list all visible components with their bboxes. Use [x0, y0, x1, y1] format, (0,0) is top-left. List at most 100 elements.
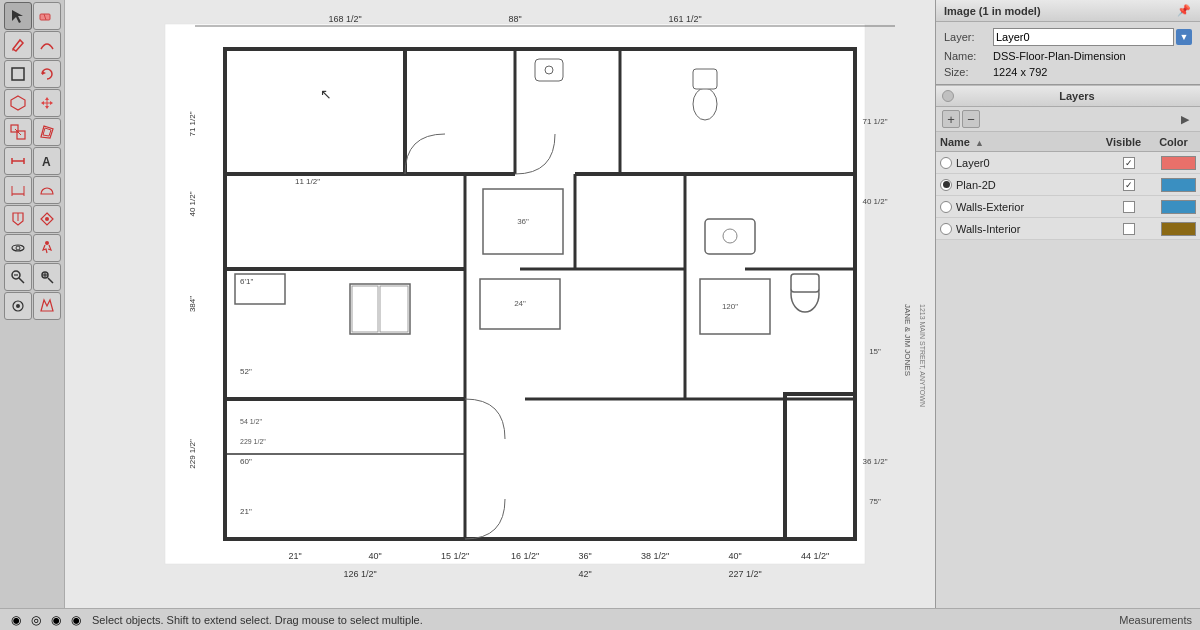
svg-text:21": 21": [240, 507, 252, 516]
svg-text:71 1/2": 71 1/2": [188, 111, 197, 136]
layer-color-swatch-0[interactable]: [1161, 156, 1196, 170]
entity-info-body: Layer: ▼ Name: DSS-Floor-Plan-Dimension …: [936, 22, 1200, 84]
left-toolbar: A: [0, 0, 65, 608]
text-tool-button[interactable]: A: [33, 147, 61, 175]
layers-close-button[interactable]: [942, 90, 954, 102]
layers-column-headers: Name ▲ Visible Color: [936, 132, 1200, 152]
tape-tool-button[interactable]: [4, 147, 32, 175]
svg-text:JANE & JIM JONES: JANE & JIM JONES: [903, 304, 912, 376]
svg-text:168 1/2": 168 1/2": [328, 14, 361, 24]
size-value: 1224 x 792: [993, 66, 1192, 78]
paint-tool-button[interactable]: [4, 205, 32, 233]
svg-point-46: [693, 88, 717, 120]
layer-color-swatch-1[interactable]: [1161, 178, 1196, 192]
entity-info-header: Image (1 in model) 📌: [936, 0, 1200, 22]
layer-name-0: Layer0: [956, 157, 1101, 169]
layer-visible-3: [1101, 223, 1156, 235]
layer-dropdown-input[interactable]: [993, 28, 1174, 46]
right-panel: Image (1 in model) 📌 Layer: ▼ Name: DSS-…: [935, 0, 1200, 608]
layer-row-plan-2d[interactable]: Plan-2D: [936, 174, 1200, 196]
walk-tool-button[interactable]: [33, 234, 61, 262]
status-icon-4[interactable]: ◉: [68, 612, 84, 628]
section-tool-button[interactable]: [33, 205, 61, 233]
svg-text:71 1/2": 71 1/2": [862, 117, 887, 126]
name-sort-arrow[interactable]: ▲: [975, 138, 984, 148]
layer-name-3: Walls-Interior: [956, 223, 1101, 235]
tool-row-10: [4, 263, 61, 291]
orbit-tool-button[interactable]: [4, 234, 32, 262]
zoom-extents-tool-button[interactable]: [33, 263, 61, 291]
layer-checkbox-2[interactable]: [1123, 201, 1135, 213]
svg-text:88": 88": [508, 14, 521, 24]
tool-row-2: [4, 31, 61, 59]
layers-title: Layers: [960, 90, 1194, 102]
svg-text:15 1/2": 15 1/2": [441, 551, 469, 561]
pushpull-tool-button[interactable]: [4, 89, 32, 117]
look-around-tool-button[interactable]: [4, 292, 32, 320]
layer-radio-1[interactable]: [940, 179, 952, 191]
svg-text:40 1/2": 40 1/2": [862, 197, 887, 206]
eraser-tool-button[interactable]: [33, 2, 61, 30]
entity-info-title: Image (1 in model): [944, 5, 1041, 17]
pin-button[interactable]: 📌: [1176, 3, 1192, 19]
layer-row-walls-interior[interactable]: Walls-Interior: [936, 218, 1200, 240]
main-layout: A: [0, 0, 1200, 608]
rotate-tool-button[interactable]: [33, 60, 61, 88]
name-column-header: Name ▲: [940, 136, 1096, 148]
layer-color-swatch-2[interactable]: [1161, 200, 1196, 214]
layer-color-swatch-3[interactable]: [1161, 222, 1196, 236]
layer-checkbox-0[interactable]: [1123, 157, 1135, 169]
svg-text:36": 36": [578, 551, 591, 561]
svg-point-19: [16, 246, 20, 250]
status-bar: ◉ ◎ ◉ ◉ Select objects. Shift to extend …: [0, 608, 1200, 630]
svg-text:40 1/2": 40 1/2": [188, 191, 197, 216]
position-camera-tool-button[interactable]: [33, 292, 61, 320]
svg-line-25: [48, 278, 53, 283]
svg-text:229 1/2": 229 1/2": [188, 439, 197, 469]
scale-tool-button[interactable]: [4, 118, 32, 146]
layer-checkbox-1[interactable]: [1123, 179, 1135, 191]
layer-radio-2[interactable]: [940, 201, 952, 213]
svg-rect-48: [535, 59, 563, 81]
svg-text:75": 75": [869, 497, 881, 506]
svg-marker-4: [11, 96, 25, 110]
svg-text:6'1": 6'1": [240, 277, 253, 286]
layer-checkbox-3[interactable]: [1123, 223, 1135, 235]
svg-text:A: A: [42, 155, 51, 169]
pencil-tool-button[interactable]: [4, 31, 32, 59]
svg-text:↖: ↖: [320, 86, 332, 102]
move-tool-button[interactable]: [33, 89, 61, 117]
layer-row-layer0[interactable]: Layer0: [936, 152, 1200, 174]
canvas-area[interactable]: 168 1/2" 88" 161 1/2" 71 1/2" 40 1/2" 38…: [65, 0, 935, 608]
shapes-tool-button[interactable]: [4, 60, 32, 88]
status-icon-2[interactable]: ◎: [28, 612, 44, 628]
color-column-header: Color: [1151, 136, 1196, 148]
zoom-tool-button[interactable]: [4, 263, 32, 291]
protractor-tool-button[interactable]: [33, 176, 61, 204]
svg-text:16 1/2": 16 1/2": [511, 551, 539, 561]
svg-rect-71: [705, 219, 755, 254]
remove-layer-button[interactable]: −: [962, 110, 980, 128]
dimension-tool-button[interactable]: [4, 176, 32, 204]
layer-row-walls-exterior[interactable]: Walls-Exterior: [936, 196, 1200, 218]
tool-row-1: [4, 2, 61, 30]
layers-details-button[interactable]: ▶: [1176, 110, 1194, 128]
offset-tool-button[interactable]: [33, 118, 61, 146]
layer-radio-0[interactable]: [940, 157, 952, 169]
add-layer-button[interactable]: +: [942, 110, 960, 128]
tool-row-4: [4, 89, 61, 117]
svg-text:42": 42": [578, 569, 591, 579]
arc-tool-button[interactable]: [33, 31, 61, 59]
size-label: Size:: [944, 66, 989, 78]
svg-text:126 1/2": 126 1/2": [343, 569, 376, 579]
layers-toolbar: + − ▶: [936, 107, 1200, 132]
name-value: DSS-Floor-Plan-Dimension: [993, 50, 1192, 62]
status-icon-3[interactable]: ◉: [48, 612, 64, 628]
tool-row-6: A: [4, 147, 61, 175]
layer-dropdown-arrow[interactable]: ▼: [1176, 29, 1192, 45]
select-tool-button[interactable]: [4, 2, 32, 30]
status-icon-1[interactable]: ◉: [8, 612, 24, 628]
svg-text:11 1/2": 11 1/2": [295, 177, 320, 186]
layer-radio-3[interactable]: [940, 223, 952, 235]
layers-list: Layer0 Plan-2DWalls-Exterior Walls-Interio…: [936, 152, 1200, 240]
